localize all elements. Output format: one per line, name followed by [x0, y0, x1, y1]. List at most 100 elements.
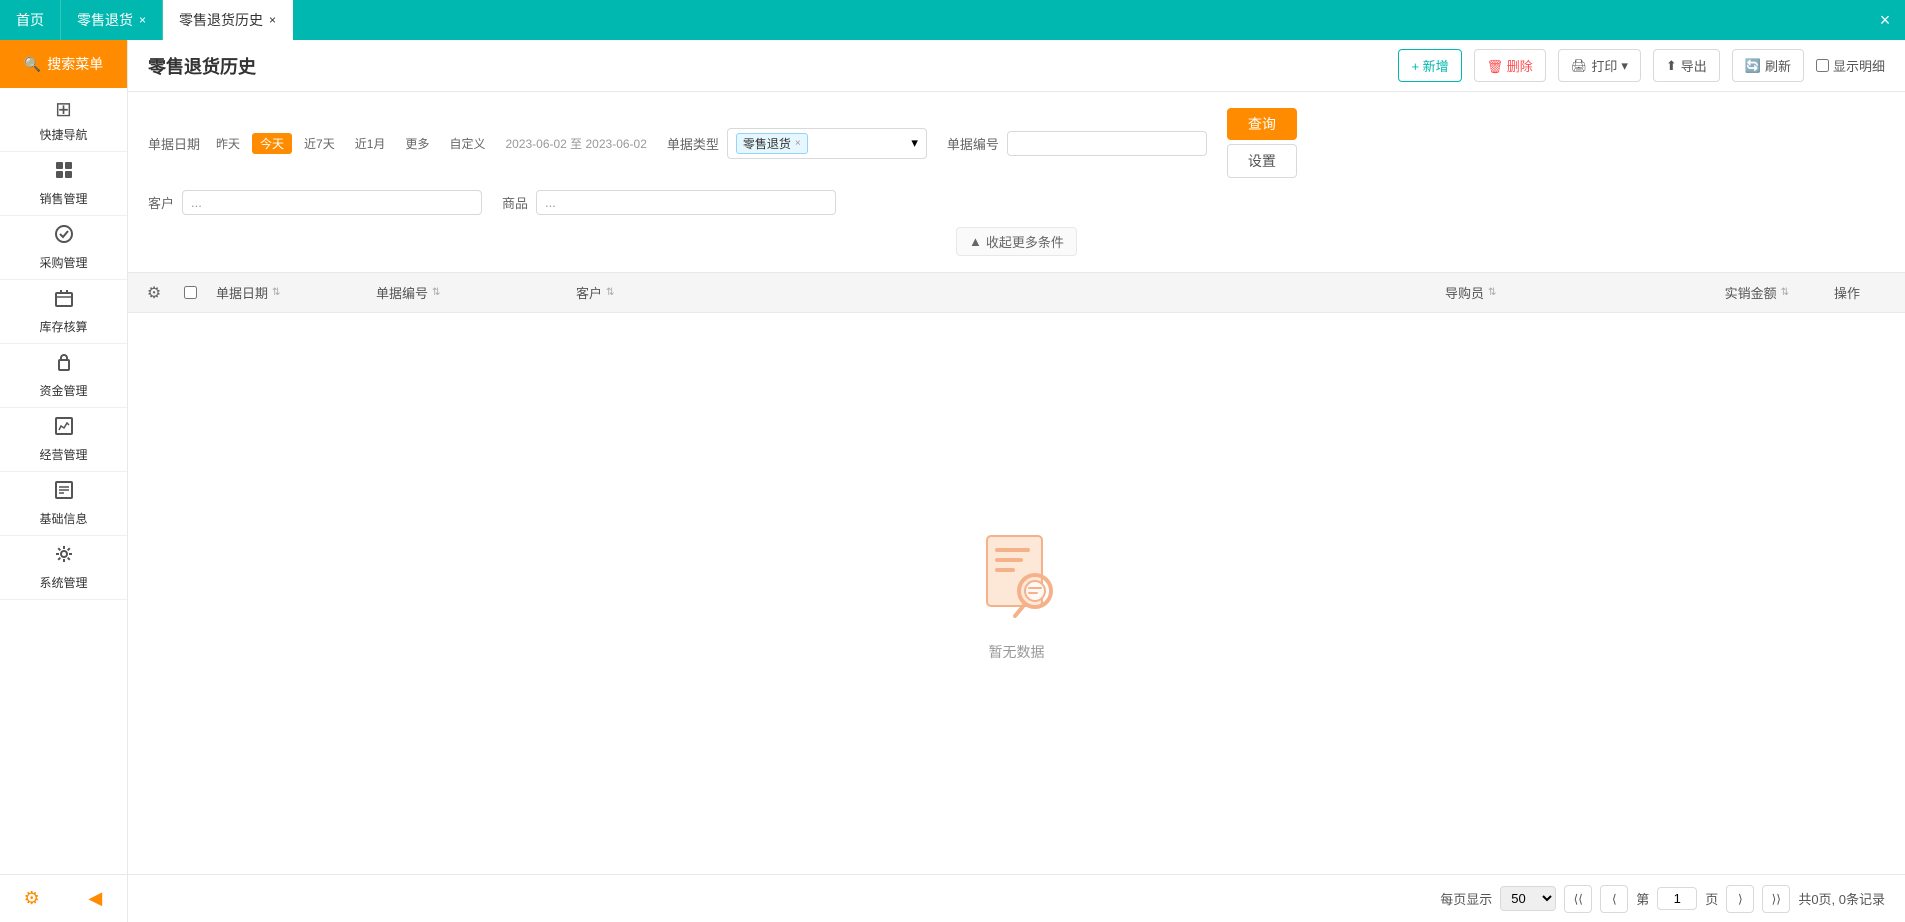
sort-amount-icon: ⇅: [1781, 287, 1789, 298]
sidebar-search[interactable]: 🔍 搜索菜单: [0, 40, 127, 88]
select-all-checkbox[interactable]: [184, 286, 197, 299]
finance-icon: [54, 352, 74, 378]
tab-retail-return-close[interactable]: ×: [139, 13, 146, 27]
voucher-type-tag: 零售退货 ×: [736, 133, 808, 154]
date-yesterday[interactable]: 昨天: [208, 133, 248, 154]
sidebar-item-operations[interactable]: 经营管理: [0, 408, 127, 472]
per-page-select[interactable]: 50 10 20 100: [1500, 886, 1556, 911]
th-customer[interactable]: 客户 ⇅: [568, 283, 1437, 302]
refresh-icon: 🔄: [1745, 58, 1761, 74]
filter-settings-button[interactable]: 设置: [1227, 144, 1297, 178]
operations-icon: [54, 416, 74, 442]
goods-filter: 商品 ...: [502, 190, 836, 215]
empty-text: 暂无数据: [989, 642, 1045, 662]
page-next-button[interactable]: ⟩: [1726, 885, 1754, 913]
show-detail-checkbox-label[interactable]: 显示明细: [1816, 56, 1885, 75]
table-header: ⚙ 单据日期 ⇅ 单据编号 ⇅ 客户 ⇅ 导购员 ⇅: [128, 273, 1905, 313]
print-icon: 🖨: [1571, 58, 1588, 74]
th-date[interactable]: 单据日期 ⇅: [208, 283, 368, 302]
print-dropdown-icon: ▾: [1621, 58, 1628, 74]
sidebar-item-quick-nav[interactable]: ⊞ 快捷导航: [0, 88, 127, 152]
purchase-icon: [54, 224, 74, 250]
collapse-icon: ▲: [969, 234, 982, 249]
filter-row-1: 单据日期 昨天 今天 近7天 近1月 更多 自定义 2023-06-02 至 2…: [148, 108, 1885, 178]
th-no[interactable]: 单据编号 ⇅: [368, 283, 568, 302]
sidebar-nav: ⊞ 快捷导航 销售管理: [0, 88, 127, 874]
page-first-button[interactable]: ⟨⟨: [1564, 885, 1592, 913]
voucher-no-input[interactable]: [1007, 131, 1207, 156]
new-button[interactable]: + 新增: [1398, 49, 1461, 82]
voucher-type-filter: 单据类型 零售退货 × ▾: [667, 128, 927, 159]
goods-dots: ...: [545, 195, 556, 210]
quick-nav-icon: ⊞: [55, 97, 72, 122]
sidebar-item-basic[interactable]: 基础信息: [0, 472, 127, 536]
empty-icon: [967, 526, 1067, 626]
print-button[interactable]: 🖨 打印 ▾: [1558, 49, 1641, 82]
goods-select[interactable]: ...: [536, 190, 836, 215]
delete-button[interactable]: 🗑 删除: [1474, 49, 1546, 82]
export-icon: ⬆: [1666, 58, 1677, 74]
customer-filter: 客户 ...: [148, 190, 482, 215]
sidebar-item-inventory[interactable]: 库存核算: [0, 280, 127, 344]
voucher-type-label: 单据类型: [667, 134, 719, 153]
tab-home[interactable]: 首页: [0, 0, 61, 40]
main-content: 零售退货历史 + 新增 🗑 删除 🖨 打印 ▾ ⬆ 导出 🔄 刷新: [128, 40, 1905, 922]
th-ops: 操作: [1797, 283, 1897, 302]
tab-retail-return[interactable]: 零售退货 ×: [61, 0, 163, 40]
sales-icon: [54, 160, 74, 186]
sidebar-item-finance[interactable]: 资金管理: [0, 344, 127, 408]
system-icon: [54, 544, 74, 570]
table-container: ⚙ 单据日期 ⇅ 单据编号 ⇅ 客户 ⇅ 导购员 ⇅: [128, 273, 1905, 874]
th-guide[interactable]: 导购员 ⇅: [1437, 283, 1637, 302]
sort-no-icon: ⇅: [432, 287, 440, 298]
top-bar: 首页 零售退货 × 零售退货历史 × ×: [0, 0, 1905, 40]
tab-retail-return-history-close[interactable]: ×: [269, 13, 276, 27]
page-number-input[interactable]: [1657, 887, 1697, 910]
sort-customer-icon: ⇅: [606, 287, 614, 298]
goods-label: 商品: [502, 193, 528, 212]
search-icon: 🔍: [24, 56, 41, 73]
filter-row-2: 客户 ... 商品 ...: [148, 190, 1885, 215]
date-shortcuts: 昨天 今天 近7天 近1月 更多 自定义: [208, 133, 493, 154]
page-title: 零售退货历史: [148, 53, 1398, 79]
export-button[interactable]: ⬆ 导出: [1653, 49, 1720, 82]
sidebar-item-sales[interactable]: 销售管理: [0, 152, 127, 216]
date-custom[interactable]: 自定义: [441, 133, 493, 154]
sidebar-item-purchase[interactable]: 采购管理: [0, 216, 127, 280]
table-select-all[interactable]: [172, 286, 208, 299]
date-more[interactable]: 更多: [397, 133, 437, 154]
date-filter: 单据日期 昨天 今天 近7天 近1月 更多 自定义 2023-06-02 至 2…: [148, 133, 647, 154]
voucher-type-dropdown-icon: ▾: [911, 135, 918, 151]
customer-dots: ...: [191, 195, 202, 210]
page-last-button[interactable]: ⟩⟩: [1762, 885, 1790, 913]
show-detail-checkbox[interactable]: [1816, 59, 1829, 72]
empty-state: 暂无数据: [128, 313, 1905, 874]
date-range-text: 2023-06-02 至 2023-06-02: [505, 135, 646, 152]
voucher-type-tag-close[interactable]: ×: [795, 138, 801, 149]
page-prev-button[interactable]: ⟨: [1600, 885, 1628, 913]
voucher-type-select[interactable]: 零售退货 × ▾: [727, 128, 927, 159]
collapse-sidebar-button[interactable]: ◀: [75, 879, 115, 919]
sidebar: 🔍 搜索菜单 ⊞ 快捷导航 销售管理: [0, 40, 128, 922]
sidebar-item-system[interactable]: 系统管理: [0, 536, 127, 600]
settings-bottom-button[interactable]: ⚙: [12, 879, 52, 919]
voucher-no-label: 单据编号: [947, 134, 999, 153]
tab-retail-return-history[interactable]: 零售退货历史 ×: [163, 0, 293, 40]
page-label: 第: [1636, 889, 1649, 908]
query-button[interactable]: 查询: [1227, 108, 1297, 140]
refresh-button[interactable]: 🔄 刷新: [1732, 49, 1804, 82]
page-header: 零售退货历史 + 新增 🗑 删除 🖨 打印 ▾ ⬆ 导出 🔄 刷新: [128, 40, 1905, 92]
date-7days[interactable]: 近7天: [296, 133, 343, 154]
pagination-bar: 每页显示 50 10 20 100 ⟨⟨ ⟨ 第 页 ⟩ ⟩⟩ 共0页, 0条记…: [128, 874, 1905, 922]
basic-icon: [54, 480, 74, 506]
th-amount[interactable]: 实销金额 ⇅: [1637, 283, 1797, 302]
collapse-button[interactable]: ▲ 收起更多条件: [956, 227, 1077, 256]
window-close-button[interactable]: ×: [1865, 0, 1905, 40]
voucher-no-filter: 单据编号: [947, 131, 1207, 156]
table-settings-button[interactable]: ⚙: [136, 283, 172, 303]
date-today[interactable]: 今天: [252, 133, 292, 154]
date-1month[interactable]: 近1月: [347, 133, 394, 154]
customer-select[interactable]: ...: [182, 190, 482, 215]
filter-area: 单据日期 昨天 今天 近7天 近1月 更多 自定义 2023-06-02 至 2…: [128, 92, 1905, 273]
page-unit: 页: [1705, 889, 1718, 908]
